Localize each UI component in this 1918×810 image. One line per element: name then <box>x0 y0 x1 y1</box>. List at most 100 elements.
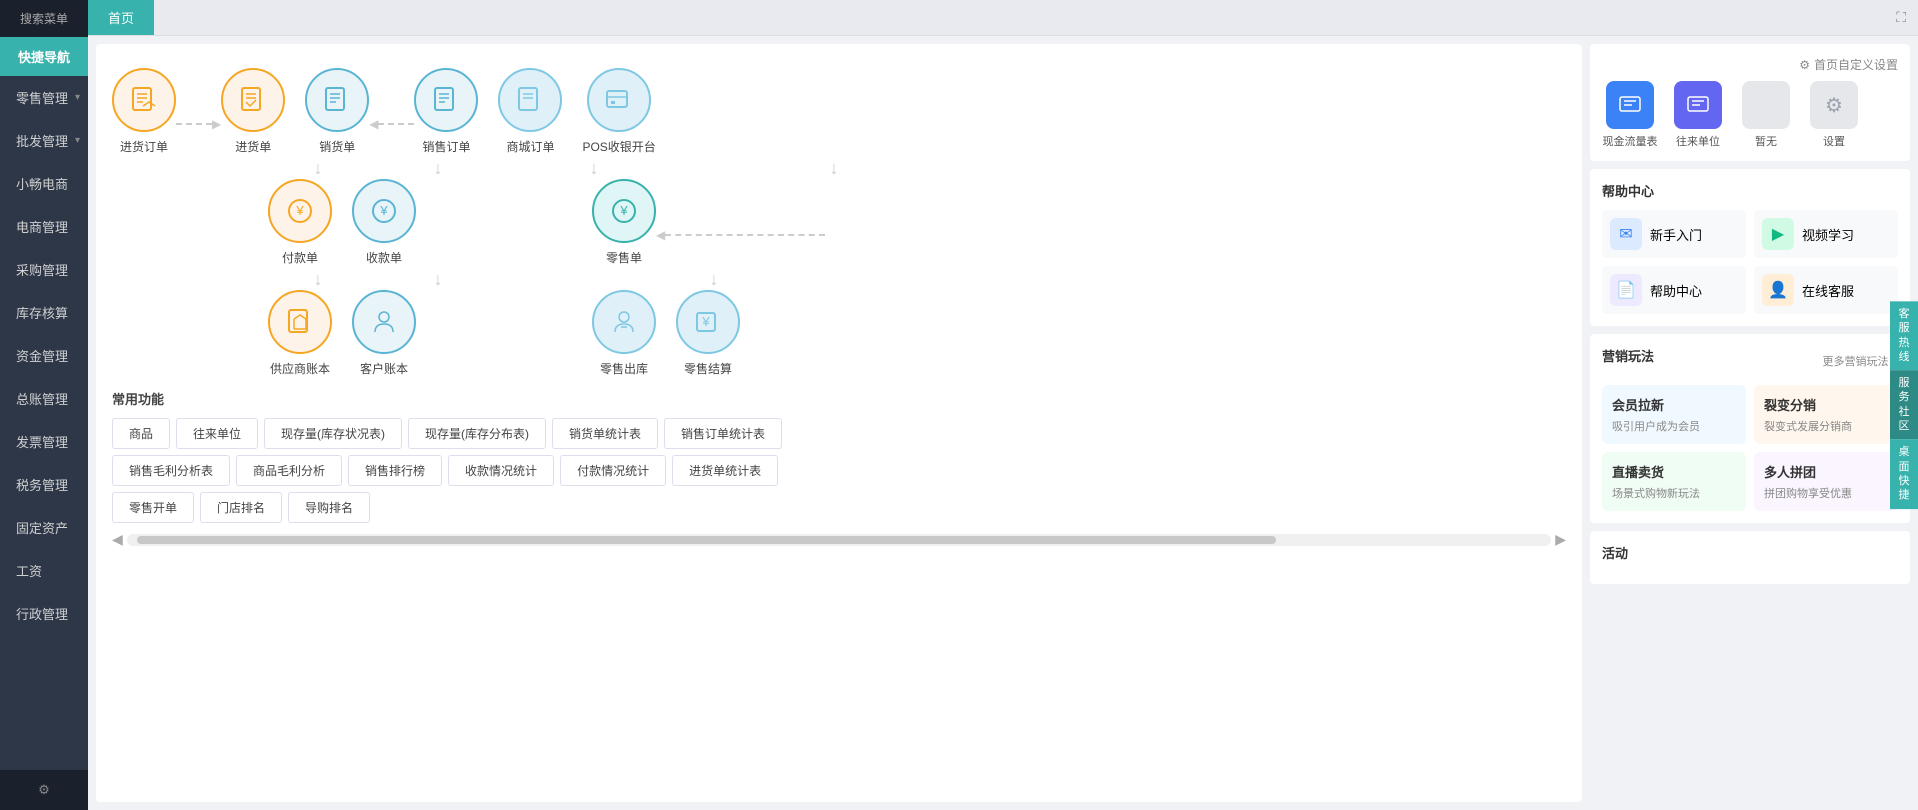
help-icon: 📄 <box>1610 274 1642 306</box>
common-btn-gross2[interactable]: 商品毛利分析 <box>236 455 342 486</box>
sidebar-item-salary[interactable]: 工资 <box>0 549 88 592</box>
marketing-more-link[interactable]: 更多营销玩法 > <box>1823 353 1898 369</box>
sidebar-item-admin[interactable]: 行政管理 <box>0 592 88 635</box>
sidebar-item-inventory[interactable]: 库存核算 <box>0 291 88 334</box>
svg-text:¥: ¥ <box>619 203 628 218</box>
tab-home[interactable]: 首页 <box>88 0 154 35</box>
down-arrow-sales-order: ↓ <box>544 159 644 179</box>
down-arrow-payment-out: ↓ <box>268 270 368 290</box>
down-arrow-sales: ↓ <box>388 159 488 179</box>
cashflow-icon <box>1606 81 1654 129</box>
common-btn-sales-stat[interactable]: 销货单统计表 <box>552 418 658 449</box>
common-btn-gross1[interactable]: 销售毛利分析表 <box>112 455 230 486</box>
tabbar: 首页 ⛶ <box>88 0 1918 36</box>
help-item-help[interactable]: 📄 帮助中心 <box>1602 266 1746 314</box>
help-grid: ✉ 新手入门 ▶ 视频学习 📄 帮助中心 👤 在线客服 <box>1602 210 1898 314</box>
sidebar-item-quick-nav[interactable]: 快捷导航 <box>0 37 88 76</box>
flow-node-retail-out[interactable]: 零售出库 <box>592 290 656 377</box>
sidebar-settings[interactable]: ⚙ <box>0 770 88 810</box>
fullscreen-button[interactable]: ⛶ <box>1884 9 1918 26</box>
common-btn-inventory1[interactable]: 现存量(库存状况表) <box>264 418 402 449</box>
marketing-item-member[interactable]: 会员拉新 吸引用户成为会员 <box>1602 385 1746 444</box>
flow-node-retail[interactable]: ¥ 零售单 <box>592 179 656 266</box>
left-panel: 进货订单 ▶ 进货单 <box>96 44 1582 802</box>
sidebar: 搜索菜单 快捷导航 零售管理 ▾ 批发管理 ▾ 小畅电商 电商管理 采购管理 库… <box>0 0 88 810</box>
help-item-beginner[interactable]: ✉ 新手入门 <box>1602 210 1746 258</box>
sidebar-search[interactable]: 搜索菜单 <box>0 0 88 37</box>
common-btn-guide-rank[interactable]: 导购排名 <box>288 492 370 523</box>
flow-node-sales[interactable]: 销货单 <box>305 68 369 155</box>
help-item-service[interactable]: 👤 在线客服 <box>1754 266 1898 314</box>
sidebar-item-wholesale[interactable]: 批发管理 ▾ <box>0 119 88 162</box>
right-panel: ⚙ 首页自定义设置 现金流量表 往来单位 <box>1590 44 1910 802</box>
content-area: 进货订单 ▶ 进货单 <box>88 36 1918 810</box>
float-buttons: 客服热线 服务社区 桌面快捷 <box>1890 301 1918 509</box>
common-btn-purchase-stat[interactable]: 进货单统计表 <box>672 455 778 486</box>
flow-node-payment-out[interactable]: ¥ 付款单 <box>268 179 332 266</box>
placeholder-icon <box>1742 81 1790 129</box>
sidebar-item-ledger[interactable]: 总账管理 <box>0 377 88 420</box>
flow-node-supplier[interactable]: 供应商账本 <box>268 290 332 377</box>
scroll-left-icon[interactable]: ◀ <box>112 531 123 548</box>
quick-icons-row: 现金流量表 往来单位 暂无 ⚙ <box>1602 81 1898 149</box>
sidebar-item-retail[interactable]: 零售管理 ▾ <box>0 76 88 119</box>
quick-icon-settings[interactable]: ⚙ 设置 <box>1806 81 1862 149</box>
common-btn-payment-stat[interactable]: 付款情况统计 <box>560 455 666 486</box>
marketing-item-live[interactable]: 直播卖货 场景式购物新玩法 <box>1602 452 1746 511</box>
marketing-grid: 会员拉新 吸引用户成为会员 裂变分销 裂变式发展分销商 直播卖货 场景式购物新玩… <box>1602 385 1898 511</box>
quick-icon-contacts[interactable]: 往来单位 <box>1670 81 1726 149</box>
flow-node-purchase[interactable]: 进货单 <box>221 68 285 155</box>
sidebar-item-tax[interactable]: 税务管理 <box>0 463 88 506</box>
sidebar-item-ecommerce-small[interactable]: 小畅电商 <box>0 162 88 205</box>
common-functions-title: 常用功能 <box>112 389 1566 408</box>
sidebar-item-ecommerce-mgmt[interactable]: 电商管理 <box>0 205 88 248</box>
common-btn-goods[interactable]: 商品 <box>112 418 170 449</box>
quick-icon-none[interactable]: 暂无 <box>1738 81 1794 149</box>
marketing-title: 营销玩法 <box>1602 346 1654 365</box>
scroll-right-icon[interactable]: ▶ <box>1555 531 1566 548</box>
quick-icon-cashflow[interactable]: 现金流量表 <box>1602 81 1658 149</box>
down-arrow-mall-order <box>664 159 764 179</box>
help-center-title: 帮助中心 <box>1602 181 1898 200</box>
svg-text:¥: ¥ <box>379 203 388 218</box>
common-btn-receipt-stat[interactable]: 收款情况统计 <box>448 455 554 486</box>
sidebar-item-assets[interactable]: 固定资产 <box>0 506 88 549</box>
chevron-down-icon: ▾ <box>75 135 80 146</box>
float-btn-service[interactable]: 客服热线 <box>1890 301 1918 370</box>
activity-title: 活动 <box>1602 543 1898 562</box>
flow-node-retail-settle[interactable]: ¥ 零售结算 <box>676 290 740 377</box>
sidebar-item-invoice[interactable]: 发票管理 <box>0 420 88 463</box>
help-item-video[interactable]: ▶ 视频学习 <box>1754 210 1898 258</box>
common-functions-grid2: 销售毛利分析表 商品毛利分析 销售排行榜 收款情况统计 付款情况统计 进货单统计… <box>112 455 1566 486</box>
down-arrow-payment-in: ↓ <box>388 270 488 290</box>
flow-node-pos[interactable]: POS收银开台 <box>582 68 655 155</box>
flow-diagram: 进货订单 ▶ 进货单 <box>112 60 1566 389</box>
quick-access-card: ⚙ 首页自定义设置 现金流量表 往来单位 <box>1590 44 1910 161</box>
flow-node-customer[interactable]: 客户账本 <box>352 290 416 377</box>
svg-text:¥: ¥ <box>701 314 710 329</box>
flow-node-mall-order[interactable]: 商城订单 <box>498 68 562 155</box>
marketing-item-group[interactable]: 多人拼团 拼团购物享受优惠 <box>1754 452 1898 511</box>
beginner-icon: ✉ <box>1610 218 1642 250</box>
gear-icon-small: ⚙ <box>1799 58 1810 72</box>
video-icon: ▶ <box>1762 218 1794 250</box>
float-btn-desktop[interactable]: 桌面快捷 <box>1890 440 1918 509</box>
common-btn-inventory2[interactable]: 现存量(库存分布表) <box>408 418 546 449</box>
common-btn-sales-order-stat[interactable]: 销售订单统计表 <box>664 418 782 449</box>
settings-icon: ⚙ <box>1810 81 1858 129</box>
customize-link[interactable]: ⚙ 首页自定义设置 <box>1799 56 1898 73</box>
marketing-item-fission[interactable]: 裂变分销 裂变式发展分销商 <box>1754 385 1898 444</box>
common-btn-retail-order[interactable]: 零售开单 <box>112 492 194 523</box>
sidebar-item-finance[interactable]: 资金管理 <box>0 334 88 377</box>
sidebar-item-purchase[interactable]: 采购管理 <box>0 248 88 291</box>
common-btn-contacts[interactable]: 往来单位 <box>176 418 258 449</box>
gear-icon: ⚙ <box>38 782 50 797</box>
float-btn-community[interactable]: 服务社区 <box>1890 370 1918 439</box>
flow-node-sales-order[interactable]: 销售订单 <box>414 68 478 155</box>
down-arrow-purchase-order <box>112 159 212 179</box>
common-btn-store-rank[interactable]: 门店排名 <box>200 492 282 523</box>
common-btn-rank[interactable]: 销售排行榜 <box>348 455 442 486</box>
flow-node-purchase-order[interactable]: 进货订单 <box>112 68 176 155</box>
svg-text:¥: ¥ <box>295 203 304 218</box>
flow-node-payment-in[interactable]: ¥ 收款单 <box>352 179 416 266</box>
